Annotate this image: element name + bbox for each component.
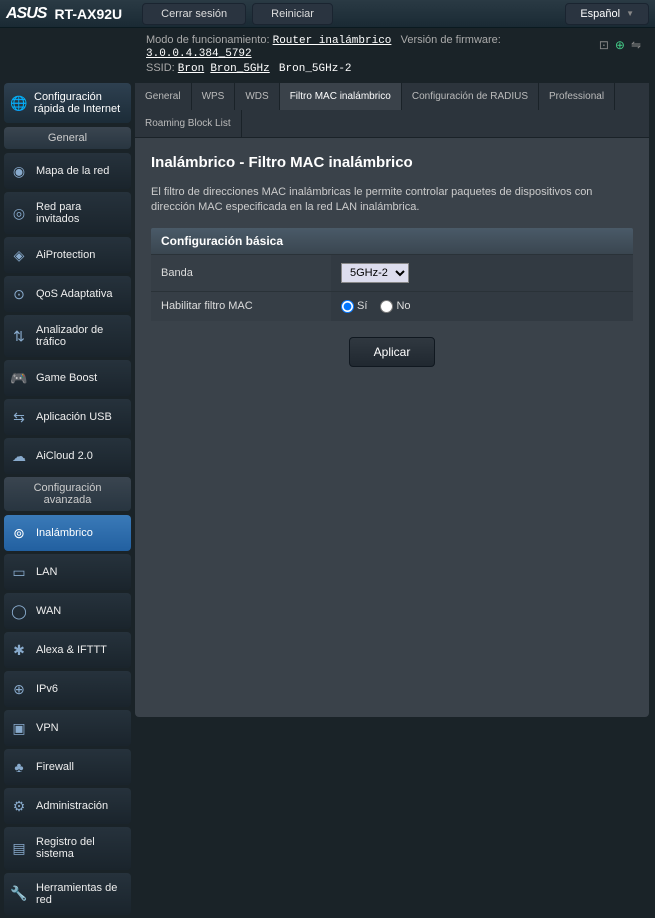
ssid-1[interactable]: Bron — [178, 63, 204, 75]
sidebar-item-icon-7: ☁ — [10, 447, 28, 465]
band-label: Banda — [151, 254, 331, 291]
sidebar-item-icon-1: ▭ — [10, 563, 28, 581]
sidebar-item-game-boost[interactable]: 🎮Game Boost — [4, 360, 131, 396]
sidebar-item-vpn[interactable]: ▣VPN — [4, 710, 131, 746]
status-icon-2[interactable]: ⊕ — [615, 38, 625, 52]
ssid-2[interactable]: Bron_5GHz — [210, 63, 269, 75]
tab-wps[interactable]: WPS — [192, 83, 236, 110]
page-description: El filtro de direcciones MAC inalámbrica… — [151, 185, 633, 216]
sidebar-item-icon-4: ⇅ — [10, 327, 28, 345]
sidebar-item-icon-0: ◉ — [10, 162, 28, 180]
band-select[interactable]: 5GHz-2 — [341, 263, 409, 283]
sidebar-item-aiprotection[interactable]: ◈AiProtection — [4, 237, 131, 273]
tab-professional[interactable]: Professional — [539, 83, 615, 110]
sidebar-item-icon-6: ♣ — [10, 758, 28, 776]
sidebar: 🌐 Configuración rápida de Internet Gener… — [0, 83, 135, 717]
sidebar-item-firewall[interactable]: ♣Firewall — [4, 749, 131, 785]
sidebar-item-icon-9: 🔧 — [10, 885, 28, 903]
tab-general[interactable]: General — [135, 83, 192, 110]
section-header: Configuración básica — [151, 228, 633, 254]
sidebar-item-lan[interactable]: ▭LAN — [4, 554, 131, 590]
status-icon-usb[interactable]: ⇋ — [631, 38, 641, 52]
sidebar-item-qos-adaptativa[interactable]: ⊙QoS Adaptativa — [4, 276, 131, 312]
sidebar-item-icon-2: ◯ — [10, 602, 28, 620]
general-section-header: General — [4, 127, 131, 149]
reboot-button[interactable]: Reiniciar — [252, 3, 333, 25]
status-icon-1[interactable]: ⊡ — [599, 38, 609, 52]
tab-bar: GeneralWPSWDSFiltro MAC inalámbricoConfi… — [135, 83, 649, 138]
tab-filtro-mac-inal-mbrico[interactable]: Filtro MAC inalámbrico — [280, 83, 402, 110]
firmware-label: Versión de firmware: — [401, 34, 501, 46]
enable-no-option[interactable]: No — [380, 300, 410, 312]
sidebar-item-ipv6[interactable]: ⊕IPv6 — [4, 671, 131, 707]
enable-yes-option[interactable]: Sí — [341, 300, 367, 312]
sidebar-item-icon-3: ✱ — [10, 641, 28, 659]
sidebar-item-wan[interactable]: ◯WAN — [4, 593, 131, 629]
sidebar-item-analizador-de-tr-fico[interactable]: ⇅Analizador de tráfico — [4, 315, 131, 357]
sidebar-item-aicloud-2-0[interactable]: ☁AiCloud 2.0 — [4, 438, 131, 474]
sidebar-item-alexa-ifttt[interactable]: ✱Alexa & IFTTT — [4, 632, 131, 668]
sidebar-item-icon-7: ⚙ — [10, 797, 28, 815]
sidebar-item-icon-1: ◎ — [10, 204, 28, 222]
sidebar-item-icon-4: ⊕ — [10, 680, 28, 698]
sidebar-item-inal-mbrico[interactable]: ⊚Inalámbrico — [4, 515, 131, 551]
quick-setup-button[interactable]: 🌐 Configuración rápida de Internet — [4, 83, 131, 123]
tab-configuraci-n-de-radius[interactable]: Configuración de RADIUS — [402, 83, 539, 110]
info-bar: Modo de funcionamiento: Router inalámbri… — [0, 28, 655, 83]
advanced-section-header: Configuración avanzada — [4, 477, 131, 511]
sidebar-item-red-para-invitados[interactable]: ◎Red para invitados — [4, 192, 131, 234]
ssid-3: Bron_5GHz-2 — [279, 63, 352, 75]
page-title: Inalámbrico - Filtro MAC inalámbrico — [151, 154, 633, 171]
sidebar-item-registro-del-sistema[interactable]: ▤Registro del sistema — [4, 827, 131, 869]
mode-value[interactable]: Router inalámbrico — [273, 35, 392, 47]
sidebar-item-mapa-de-la-red[interactable]: ◉Mapa de la red — [4, 153, 131, 189]
language-selector[interactable]: Español — [565, 3, 649, 25]
model-name: RT-AX92U — [54, 6, 122, 22]
globe-icon: 🌐 — [10, 94, 28, 112]
ssid-label: SSID: — [146, 62, 175, 74]
sidebar-item-administraci-n[interactable]: ⚙Administración — [4, 788, 131, 824]
tab-roaming-block-list[interactable]: Roaming Block List — [135, 110, 242, 137]
sidebar-item-icon-6: ⇆ — [10, 408, 28, 426]
sidebar-item-icon-3: ⊙ — [10, 285, 28, 303]
sidebar-item-icon-0: ⊚ — [10, 524, 28, 542]
sidebar-item-icon-5: ▣ — [10, 719, 28, 737]
brand-logo: ASUS — [6, 5, 46, 23]
sidebar-item-icon-2: ◈ — [10, 246, 28, 264]
apply-button[interactable]: Aplicar — [349, 337, 436, 367]
firmware-value[interactable]: 3.0.0.4.384_5792 — [146, 48, 252, 60]
sidebar-item-herramientas-de-red[interactable]: 🔧Herramientas de red — [4, 873, 131, 915]
sidebar-item-icon-8: ▤ — [10, 839, 28, 857]
sidebar-item-icon-5: 🎮 — [10, 369, 28, 387]
enable-mac-label: Habilitar filtro MAC — [151, 291, 331, 321]
sidebar-item-aplicaci-n-usb[interactable]: ⇆Aplicación USB — [4, 399, 131, 435]
mode-label: Modo de funcionamiento: — [146, 34, 270, 46]
tab-wds[interactable]: WDS — [235, 83, 279, 110]
logout-button[interactable]: Cerrar sesión — [142, 3, 246, 25]
main-panel: GeneralWPSWDSFiltro MAC inalámbricoConfi… — [135, 83, 649, 717]
